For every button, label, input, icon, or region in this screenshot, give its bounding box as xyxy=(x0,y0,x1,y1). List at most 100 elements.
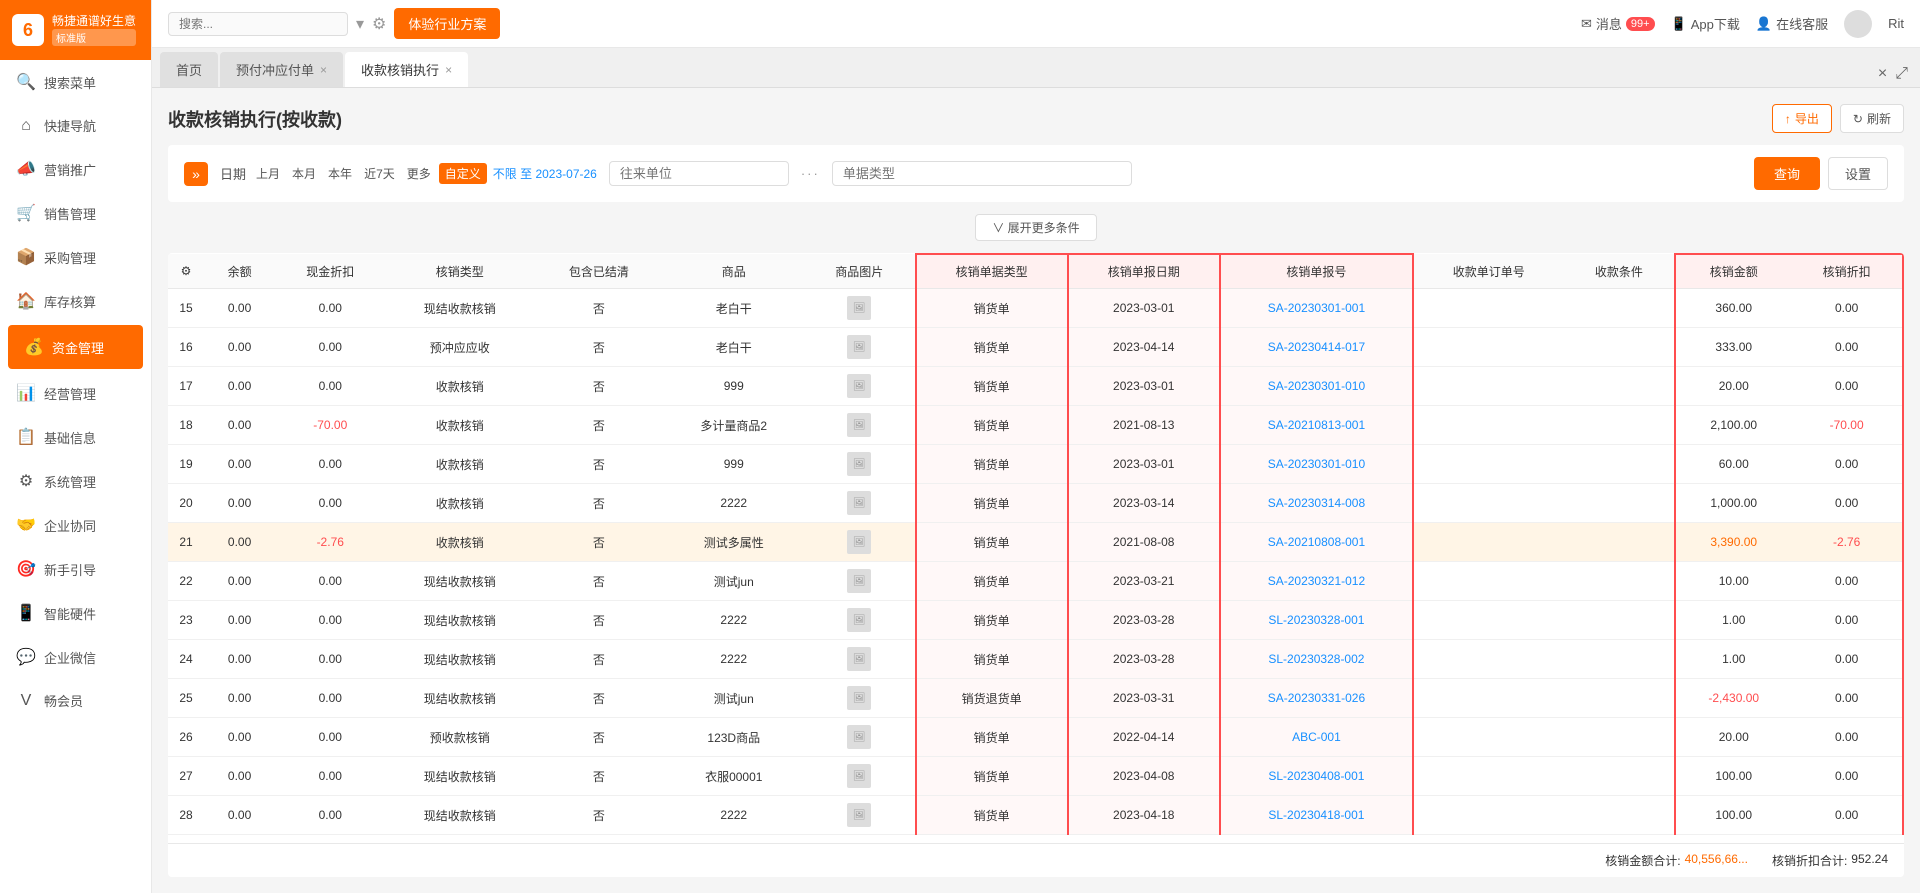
cell-no: 15 xyxy=(168,289,204,328)
cell-receipt-order-no xyxy=(1413,523,1564,562)
cell-no: 17 xyxy=(168,367,204,406)
bill-no-link[interactable]: SA-20230314-008 xyxy=(1268,496,1365,510)
sidebar-item-wechat[interactable]: 💬企业微信 xyxy=(0,635,151,679)
cell-receipt-condition xyxy=(1564,601,1676,640)
bill-type-input[interactable] xyxy=(832,161,1132,186)
cell-verify-discount: 0.00 xyxy=(1791,367,1903,406)
last-7days-btn[interactable]: 近7天 xyxy=(360,163,399,184)
sidebar-item-basic-info[interactable]: 📋基础信息 xyxy=(0,415,151,459)
app-download-item[interactable]: 📱 App下载 xyxy=(1671,14,1740,33)
cell-product: 2222 xyxy=(664,796,804,835)
sidebar-item-inventory[interactable]: 🏠库存核算 xyxy=(0,279,151,323)
tab-receipt[interactable]: 收款核销执行 × xyxy=(345,52,468,87)
bill-no-link[interactable]: SA-20230301-010 xyxy=(1268,379,1365,393)
tab-receipt-label: 收款核销执行 xyxy=(361,60,439,79)
dropdown-icon[interactable]: ▾ xyxy=(356,14,364,34)
tab-receipt-close[interactable]: × xyxy=(445,63,452,77)
sidebar-item-vip[interactable]: V畅会员 xyxy=(0,679,151,722)
user-avatar[interactable] xyxy=(1844,10,1872,38)
cell-balance: 0.00 xyxy=(204,328,275,367)
date-filter-label: 日期 xyxy=(220,164,246,183)
table-row: 28 0.00 0.00 现结收款核销 否 2222 🖼 销货单 2023-04… xyxy=(168,796,1903,835)
phone-icon: 📱 xyxy=(1671,16,1687,32)
solution-button[interactable]: 体验行业方案 xyxy=(394,8,500,39)
cell-product-image: 🖼 xyxy=(804,289,916,328)
messages-item[interactable]: ✉ 消息 99+ xyxy=(1581,14,1655,33)
custom-date-btn[interactable]: 自定义 xyxy=(439,163,487,184)
table-footer: 核销金额合计: 40,556,66... 核销折扣合计: 952.24 xyxy=(168,843,1904,877)
bill-no-link[interactable]: ABC-001 xyxy=(1292,730,1341,744)
th-settings[interactable]: ⚙ xyxy=(168,254,204,289)
cell-verify-type: 收款核销 xyxy=(385,484,534,523)
sidebar-item-quick-nav[interactable]: ⌂快捷导航 xyxy=(0,104,151,147)
cell-verify-discount: 0.00 xyxy=(1791,445,1903,484)
logo-title: 畅捷通谱好生意 xyxy=(52,14,136,30)
cell-product-image: 🖼 xyxy=(804,757,916,796)
sidebar-item-marketing[interactable]: 📣营销推广 xyxy=(0,147,151,191)
cell-verify-discount: 0.00 xyxy=(1791,757,1903,796)
cell-product: 测试jun xyxy=(664,562,804,601)
table-wrapper[interactable]: ⚙ 余额 现金折扣 核销类型 包含已结清 商品 商品图片 核销单据类型 核销单报… xyxy=(168,253,1904,843)
cell-include-settled: 否 xyxy=(534,367,663,406)
sidebar-item-corp-collab[interactable]: 🤝企业协同 xyxy=(0,503,151,547)
bill-no-link[interactable]: SA-20210808-001 xyxy=(1268,535,1365,549)
bill-no-link[interactable]: SL-20230328-002 xyxy=(1268,652,1364,666)
window-close-btn[interactable]: × xyxy=(1878,65,1887,83)
online-service-item[interactable]: 👤 在线客服 xyxy=(1756,14,1828,33)
cell-verify-amount: 20.00 xyxy=(1675,718,1791,757)
filter-settings-button[interactable]: 设置 xyxy=(1828,157,1888,190)
table-row: 26 0.00 0.00 预收款核销 否 123D商品 🖼 销货单 2022-0… xyxy=(168,718,1903,757)
cell-verify-type: 收款核销 xyxy=(385,523,534,562)
refresh-button[interactable]: ↻ 刷新 xyxy=(1840,104,1904,133)
bill-no-link[interactable]: SL-20230408-001 xyxy=(1268,769,1364,783)
search-menu-icon: 🔍 xyxy=(16,72,36,92)
bill-no-link[interactable]: SA-20230301-010 xyxy=(1268,457,1365,471)
tab-prepay[interactable]: 预付冲应付单 × xyxy=(220,52,343,87)
this-year-btn[interactable]: 本年 xyxy=(324,163,356,184)
bill-no-link[interactable]: SL-20230328-001 xyxy=(1268,613,1364,627)
sidebar-item-system[interactable]: ⚙系统管理 xyxy=(0,459,151,503)
sidebar-item-smart-hw[interactable]: 📱智能硬件 xyxy=(0,591,151,635)
cell-balance: 0.00 xyxy=(204,679,275,718)
th-balance: 余额 xyxy=(204,254,275,289)
cell-verify-bill-type: 销货单 xyxy=(916,640,1068,679)
expand-bar: ∨ 展开更多条件 xyxy=(168,214,1904,241)
cell-include-settled: 否 xyxy=(534,679,663,718)
sidebar-item-purchase[interactable]: 📦采购管理 xyxy=(0,235,151,279)
bill-no-link[interactable]: SL-20230418-001 xyxy=(1268,808,1364,822)
messages-label: 消息 xyxy=(1596,14,1622,33)
window-maximize-btn[interactable]: ⤢ xyxy=(1895,65,1908,83)
sidebar-item-operations[interactable]: 📊经营管理 xyxy=(0,371,151,415)
query-button[interactable]: 查询 xyxy=(1754,157,1820,190)
tab-prepay-close[interactable]: × xyxy=(320,63,327,77)
bill-no-link[interactable]: SA-20230331-026 xyxy=(1268,691,1365,705)
tab-home[interactable]: 首页 xyxy=(160,52,218,87)
counterparty-input[interactable] xyxy=(609,161,789,186)
topbar-search[interactable] xyxy=(168,12,348,36)
expand-more-btn[interactable]: ∨ 展开更多条件 xyxy=(975,214,1096,241)
bill-no-link[interactable]: SA-20230301-001 xyxy=(1268,301,1365,315)
sidebar-item-finance[interactable]: 💰资金管理 xyxy=(8,325,143,369)
footer-discount-value: 952.24 xyxy=(1851,852,1888,869)
last-month-btn[interactable]: 上月 xyxy=(252,163,284,184)
settings-icon[interactable]: ⚙ xyxy=(372,14,386,34)
bill-no-link[interactable]: SA-20230321-012 xyxy=(1268,574,1365,588)
sidebar-item-sales[interactable]: 🛒销售管理 xyxy=(0,191,151,235)
sidebar-item-search-menu[interactable]: 🔍搜索菜单 xyxy=(0,60,151,104)
footer-amount-value: 40,556,66... xyxy=(1685,852,1748,869)
cell-verify-discount: -2.76 xyxy=(1791,523,1903,562)
sidebar-item-beginner[interactable]: 🎯新手引导 xyxy=(0,547,151,591)
more-date-btn[interactable]: 更多 xyxy=(403,163,435,184)
cell-product: 999 xyxy=(664,367,804,406)
filter-toggle-btn[interactable]: » xyxy=(184,162,208,186)
bill-no-link[interactable]: SA-20210813-001 xyxy=(1268,418,1365,432)
export-button[interactable]: ↑ 导出 xyxy=(1772,104,1832,133)
cell-balance: 0.00 xyxy=(204,640,275,679)
bill-no-link[interactable]: SA-20230414-017 xyxy=(1268,340,1365,354)
cell-product-image: 🖼 xyxy=(804,445,916,484)
date-filter-group: 日期 上月 本月 本年 近7天 更多 自定义 不限 至 2023-07-26 xyxy=(220,163,597,184)
this-month-btn[interactable]: 本月 xyxy=(288,163,320,184)
cell-verify-bill-type: 销货单 xyxy=(916,601,1068,640)
th-product: 商品 xyxy=(664,254,804,289)
page-header: 收款核销执行(按收款) ↑ 导出 ↻ 刷新 xyxy=(168,104,1904,133)
